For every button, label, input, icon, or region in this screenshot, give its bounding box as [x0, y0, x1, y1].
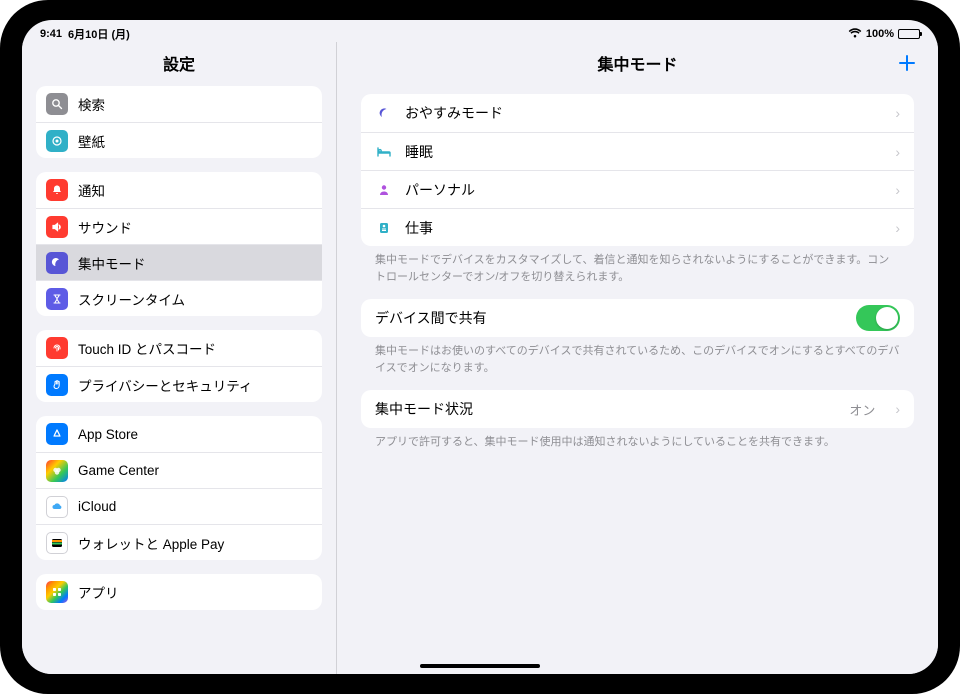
sidebar-item-label: サウンド	[78, 217, 132, 237]
search-icon	[46, 93, 68, 115]
sidebar-item-label: App Store	[78, 427, 138, 442]
sidebar-item-wallpaper[interactable]: 壁紙	[36, 122, 322, 158]
sidebar-title: 設定	[22, 42, 336, 84]
sidebar-item-privacy[interactable]: プライバシーとセキュリティ	[36, 366, 322, 402]
chevron-right-icon: ›	[895, 144, 900, 160]
sidebar-item-apps[interactable]: アプリ	[36, 574, 322, 610]
bed-icon	[375, 143, 393, 161]
share-across-devices-row[interactable]: デバイス間で共有	[361, 299, 914, 337]
sidebar-item-label: 検索	[78, 94, 105, 114]
wallpaper-icon	[46, 130, 68, 152]
bell-icon	[46, 179, 68, 201]
sidebar-item-label: iCloud	[78, 499, 116, 514]
chevron-right-icon: ›	[895, 182, 900, 198]
fingerprint-icon	[46, 337, 68, 359]
hourglass-icon	[46, 288, 68, 310]
main-scroll[interactable]: おやすみモード › 睡眠 ›	[337, 84, 938, 674]
sidebar-item-label: 壁紙	[78, 131, 105, 151]
focus-status-group: 集中モード状況 オン ›	[361, 390, 914, 428]
plus-icon	[897, 53, 917, 73]
focus-status-footer: アプリで許可すると、集中モード使用中は通知されないようにしていることを共有できま…	[361, 428, 914, 451]
apps-icon	[46, 581, 68, 603]
battery-icon	[898, 29, 920, 39]
wallet-icon	[46, 532, 68, 554]
share-toggle[interactable]	[856, 305, 900, 331]
focus-modes-group: おやすみモード › 睡眠 ›	[361, 94, 914, 246]
home-indicator	[420, 664, 540, 668]
sidebar-item-label: 通知	[78, 180, 105, 200]
share-label: デバイス間で共有	[375, 308, 844, 328]
person-icon	[375, 181, 393, 199]
content: 設定 検索 壁紙	[22, 42, 938, 674]
focus-mode-work[interactable]: 仕事 ›	[361, 208, 914, 246]
share-group: デバイス間で共有	[361, 299, 914, 337]
status-date: 6月10日 (月)	[68, 26, 130, 42]
add-focus-button[interactable]	[894, 50, 920, 76]
wifi-icon	[848, 28, 862, 41]
chevron-right-icon: ›	[895, 220, 900, 236]
sidebar-scroll[interactable]: 検索 壁紙	[22, 84, 336, 674]
screen: 9:41 6月10日 (月) 100% 設定	[22, 20, 938, 674]
chevron-right-icon: ›	[895, 105, 900, 121]
status-bar: 9:41 6月10日 (月) 100%	[22, 20, 938, 42]
sidebar-item-search[interactable]: 検索	[36, 86, 322, 122]
sidebar-item-sounds[interactable]: サウンド	[36, 208, 322, 244]
sidebar-item-touchid[interactable]: Touch ID とパスコード	[36, 330, 322, 366]
status-left: 9:41 6月10日 (月)	[40, 26, 130, 42]
main-pane: 集中モード おやすみモード ›	[337, 42, 938, 674]
sidebar-item-label: 集中モード	[78, 253, 146, 273]
status-time: 9:41	[40, 28, 62, 40]
battery-percent: 100%	[866, 28, 894, 40]
sidebar-item-icloud[interactable]: iCloud	[36, 488, 322, 524]
focus-mode-label: 仕事	[405, 218, 883, 238]
sidebar-item-wallet[interactable]: ウォレットと Apple Pay	[36, 524, 322, 560]
appstore-icon	[46, 423, 68, 445]
sidebar-group-1: 通知 サウンド 集中モード	[36, 172, 322, 316]
sidebar-item-label: Game Center	[78, 463, 159, 478]
focus-status-row[interactable]: 集中モード状況 オン ›	[361, 390, 914, 428]
sidebar-group-2: Touch ID とパスコード プライバシーとセキュリティ	[36, 330, 322, 402]
sidebar-item-label: スクリーンタイム	[78, 289, 185, 309]
sidebar-group-4: アプリ	[36, 574, 322, 610]
page-title: 集中モード	[597, 51, 677, 75]
sidebar-group-3: App Store Game Center iClo	[36, 416, 322, 560]
focus-status-value: オン	[849, 400, 875, 419]
chevron-right-icon: ›	[895, 401, 900, 417]
sidebar-item-label: ウォレットと Apple Pay	[78, 533, 224, 553]
sidebar-item-notifications[interactable]: 通知	[36, 172, 322, 208]
focus-mode-personal[interactable]: パーソナル ›	[361, 170, 914, 208]
badge-icon	[375, 219, 393, 237]
sidebar-item-screentime[interactable]: スクリーンタイム	[36, 280, 322, 316]
sidebar-item-appstore[interactable]: App Store	[36, 416, 322, 452]
device-frame: 9:41 6月10日 (月) 100% 設定	[0, 0, 960, 694]
sidebar-item-focus[interactable]: 集中モード	[36, 244, 322, 280]
focus-mode-do-not-disturb[interactable]: おやすみモード ›	[361, 94, 914, 132]
sidebar-item-gamecenter[interactable]: Game Center	[36, 452, 322, 488]
sidebar-group-0: 検索 壁紙	[36, 86, 322, 158]
moon-icon	[46, 252, 68, 274]
sidebar-item-label: Touch ID とパスコード	[78, 338, 216, 358]
speaker-icon	[46, 216, 68, 238]
status-right: 100%	[848, 28, 920, 41]
sidebar-item-label: アプリ	[78, 582, 119, 602]
sidebar-item-label: プライバシーとセキュリティ	[78, 375, 252, 395]
share-footer: 集中モードはお使いのすべてのデバイスで共有されているため、このデバイスでオンにす…	[361, 337, 914, 376]
gamecenter-icon	[46, 460, 68, 482]
focus-mode-label: おやすみモード	[405, 103, 883, 123]
focus-modes-footer: 集中モードでデバイスをカスタマイズして、着信と通知を知らされないようにすることが…	[361, 246, 914, 285]
focus-status-label: 集中モード状況	[375, 399, 837, 419]
hand-icon	[46, 374, 68, 396]
focus-mode-sleep[interactable]: 睡眠 ›	[361, 132, 914, 170]
moon-icon	[375, 104, 393, 122]
focus-mode-label: パーソナル	[405, 180, 883, 200]
focus-mode-label: 睡眠	[405, 142, 883, 162]
cloud-icon	[46, 496, 68, 518]
sidebar: 設定 検索 壁紙	[22, 42, 337, 674]
main-header: 集中モード	[337, 42, 938, 84]
